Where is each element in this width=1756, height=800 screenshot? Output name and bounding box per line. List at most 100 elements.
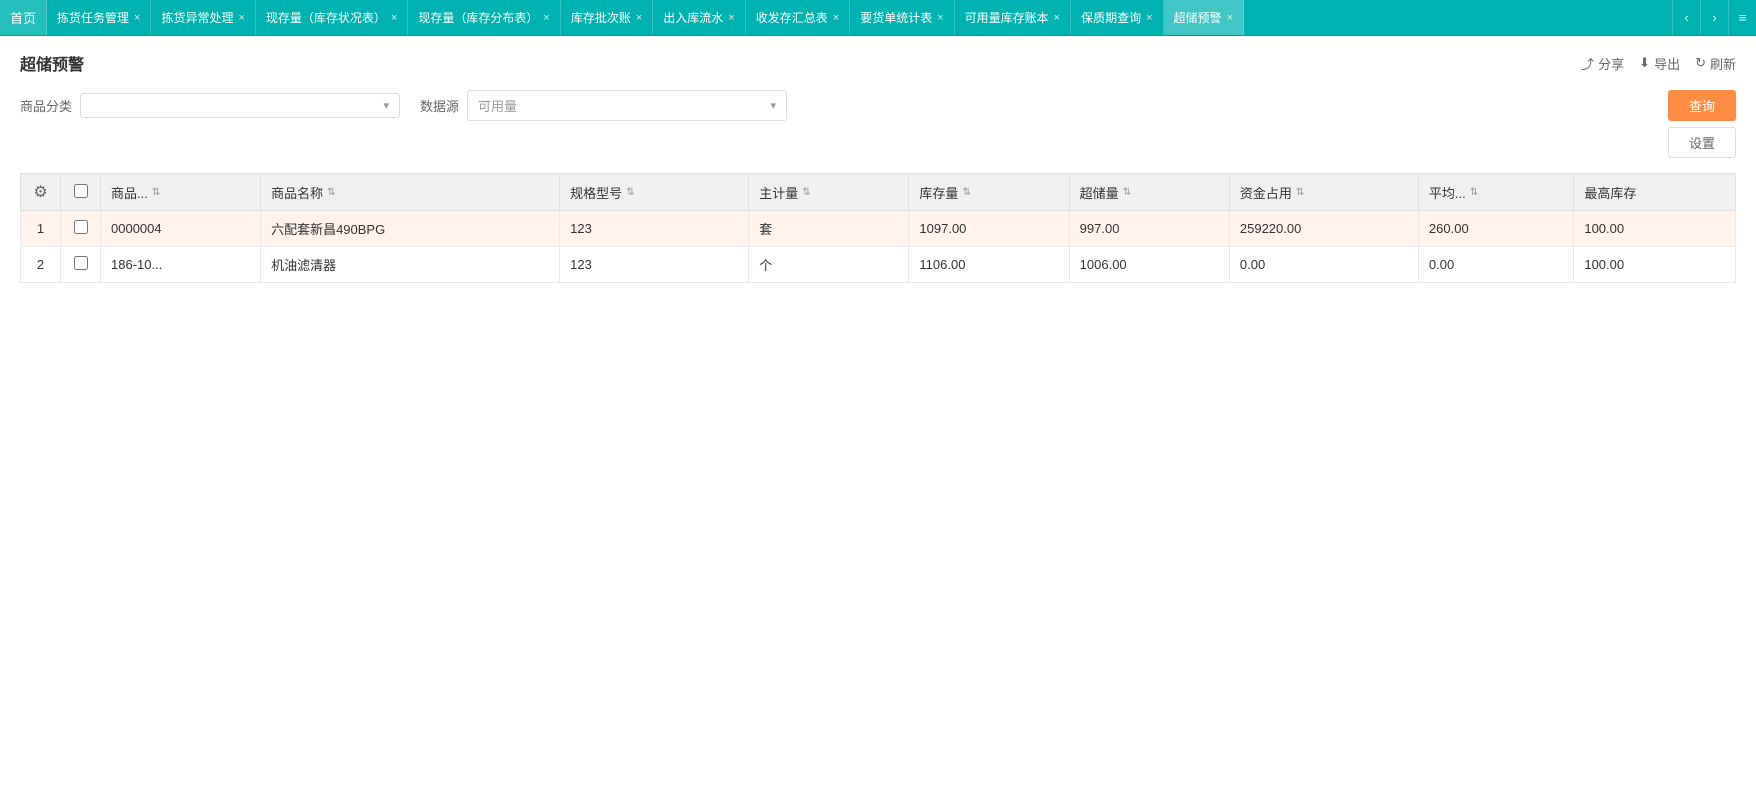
sort-icon: ⇅ <box>1470 187 1478 198</box>
product-name-header[interactable]: 商品名称 ⇅ <box>261 174 560 211</box>
nav-right-arrow[interactable]: › <box>1700 0 1728 36</box>
share-icon: ⤴ <box>1581 54 1594 73</box>
page-header: 超储预警 ⤴ 分享 ⬇ 导出 ↻ 刷新 <box>20 51 1736 75</box>
datasource-select-value: 可用量 <box>478 96 517 115</box>
filter-area: 商品分类 ▾ 数据源 可用量 ▾ 查询 设置 <box>20 90 1736 158</box>
product-name-cell: 六配套新昌490BPG <box>261 211 560 247</box>
nav-item-inventory-status[interactable]: 现存量（库存状况表） × <box>256 0 408 35</box>
sort-icon: ⇅ <box>327 187 335 198</box>
close-icon[interactable]: × <box>937 12 943 24</box>
spec-header[interactable]: 规格型号 ⇅ <box>560 174 749 211</box>
query-button[interactable]: 查询 <box>1668 90 1736 121</box>
close-icon[interactable]: × <box>543 12 549 24</box>
sort-icon: ⇅ <box>802 187 810 198</box>
table-row: 2 186-10... 机油滤清器 123 个 1106.00 1006.00 … <box>21 247 1736 283</box>
export-icon: ⬇ <box>1639 55 1650 71</box>
row-checkbox-cell <box>61 211 101 247</box>
close-icon[interactable]: × <box>134 12 140 24</box>
sort-icon: ⇅ <box>152 187 160 198</box>
close-icon[interactable]: × <box>636 12 642 24</box>
filter-actions: 查询 设置 <box>1668 90 1736 158</box>
avg-cell: 0.00 <box>1418 247 1573 283</box>
close-icon[interactable]: × <box>1146 12 1152 24</box>
unit-header[interactable]: 主计量 ⇅ <box>749 174 909 211</box>
row-checkbox-cell <box>61 247 101 283</box>
close-icon[interactable]: × <box>728 12 734 24</box>
nav-item-home[interactable]: 首页 <box>0 0 47 35</box>
stock-header[interactable]: 库存量 ⇅ <box>909 174 1069 211</box>
page-title: 超储预警 <box>20 51 84 75</box>
sort-icon: ⇅ <box>1296 187 1304 198</box>
checkbox-column-header <box>61 174 101 211</box>
overstock-cell: 1006.00 <box>1069 247 1229 283</box>
chevron-down-icon: ▾ <box>771 99 777 112</box>
close-icon[interactable]: × <box>238 12 244 24</box>
product-code-cell: 0000004 <box>101 211 261 247</box>
nav-item-inventory-dist[interactable]: 现存量（库存分布表） × <box>408 0 560 35</box>
datasource-filter: 数据源 可用量 ▾ <box>420 90 787 121</box>
spec-cell: 123 <box>560 247 749 283</box>
nav-menu-arrow[interactable]: ≡ <box>1728 0 1756 36</box>
nav-arrows: ‹ › ≡ <box>1672 0 1756 36</box>
nav-item-inout-flow[interactable]: 出入库流水 × <box>653 0 745 35</box>
capital-cell: 259220.00 <box>1229 211 1418 247</box>
close-icon[interactable]: × <box>1054 12 1060 24</box>
nav-item-abnormal[interactable]: 拣货异常处理 × <box>151 0 255 35</box>
row-num-cell: 2 <box>21 247 61 283</box>
product-code-header[interactable]: 商品... ⇅ <box>101 174 261 211</box>
settings-column-header: ⚙ <box>21 174 61 211</box>
chevron-down-icon: ▾ <box>383 99 389 112</box>
unit-cell: 套 <box>749 211 909 247</box>
capital-cell: 0.00 <box>1229 247 1418 283</box>
sort-icon: ⇅ <box>626 187 634 198</box>
data-table: ⚙ 商品... ⇅ 商品名称 ⇅ <box>20 173 1736 283</box>
avg-cell: 260.00 <box>1418 211 1573 247</box>
nav-item-available-ledger[interactable]: 可用量库存账本 × <box>955 0 1071 35</box>
spec-cell: 123 <box>560 211 749 247</box>
nav-item-batch[interactable]: 库存批次账 × <box>561 0 653 35</box>
row-checkbox[interactable] <box>74 256 88 270</box>
select-all-checkbox[interactable] <box>74 184 88 198</box>
close-icon[interactable]: × <box>833 12 839 24</box>
sort-icon: ⇅ <box>1123 187 1131 198</box>
refresh-button[interactable]: ↻ 刷新 <box>1695 54 1736 73</box>
overstock-header[interactable]: 超储量 ⇅ <box>1069 174 1229 211</box>
nav-left-arrow[interactable]: ‹ <box>1672 0 1700 36</box>
close-icon[interactable]: × <box>1227 12 1233 24</box>
gear-icon[interactable]: ⚙ <box>33 184 47 201</box>
nav-item-task-mgmt[interactable]: 拣货任务管理 × <box>47 0 151 35</box>
close-icon[interactable]: × <box>391 12 397 24</box>
nav-item-order-stat[interactable]: 要货单统计表 × <box>850 0 954 35</box>
category-filter: 商品分类 ▾ <box>20 93 400 118</box>
nav-item-overstock[interactable]: 超储预警 × <box>1164 0 1244 35</box>
page-container: 超储预警 ⤴ 分享 ⬇ 导出 ↻ 刷新 商品分类 ▾ <box>0 36 1756 800</box>
nav-item-collect-send[interactable]: 收发存汇总表 × <box>746 0 850 35</box>
datasource-select[interactable]: 可用量 ▾ <box>467 90 787 121</box>
capital-header[interactable]: 资金占用 ⇅ <box>1229 174 1418 211</box>
row-checkbox[interactable] <box>74 220 88 234</box>
row-num-cell: 1 <box>21 211 61 247</box>
overstock-cell: 997.00 <box>1069 211 1229 247</box>
settings-button[interactable]: 设置 <box>1668 127 1736 158</box>
category-select[interactable]: ▾ <box>80 93 400 118</box>
share-button[interactable]: ⤴ 分享 <box>1581 54 1624 73</box>
max-stock-cell: 100.00 <box>1574 247 1736 283</box>
sort-icon: ⇅ <box>962 187 970 198</box>
table-row: 1 0000004 六配套新昌490BPG 123 套 1097.00 997.… <box>21 211 1736 247</box>
stock-cell: 1097.00 <box>909 211 1069 247</box>
header-actions: ⤴ 分享 ⬇ 导出 ↻ 刷新 <box>1581 54 1736 73</box>
export-button[interactable]: ⬇ 导出 <box>1639 54 1680 73</box>
refresh-icon: ↻ <box>1695 55 1706 71</box>
unit-cell: 个 <box>749 247 909 283</box>
filters-row: 商品分类 ▾ 数据源 可用量 ▾ <box>20 90 1668 121</box>
product-code-cell: 186-10... <box>101 247 261 283</box>
datasource-label: 数据源 <box>420 96 459 115</box>
top-nav: 首页 拣货任务管理 × 拣货异常处理 × 现存量（库存状况表） × 现存量（库存… <box>0 0 1756 36</box>
max-stock-header: 最高库存 <box>1574 174 1736 211</box>
nav-item-quality-check[interactable]: 保质期查询 × <box>1071 0 1163 35</box>
category-label: 商品分类 <box>20 96 72 115</box>
max-stock-cell: 100.00 <box>1574 211 1736 247</box>
table-header-row: ⚙ 商品... ⇅ 商品名称 ⇅ <box>21 174 1736 211</box>
product-name-cell: 机油滤清器 <box>261 247 560 283</box>
avg-header[interactable]: 平均... ⇅ <box>1418 174 1573 211</box>
